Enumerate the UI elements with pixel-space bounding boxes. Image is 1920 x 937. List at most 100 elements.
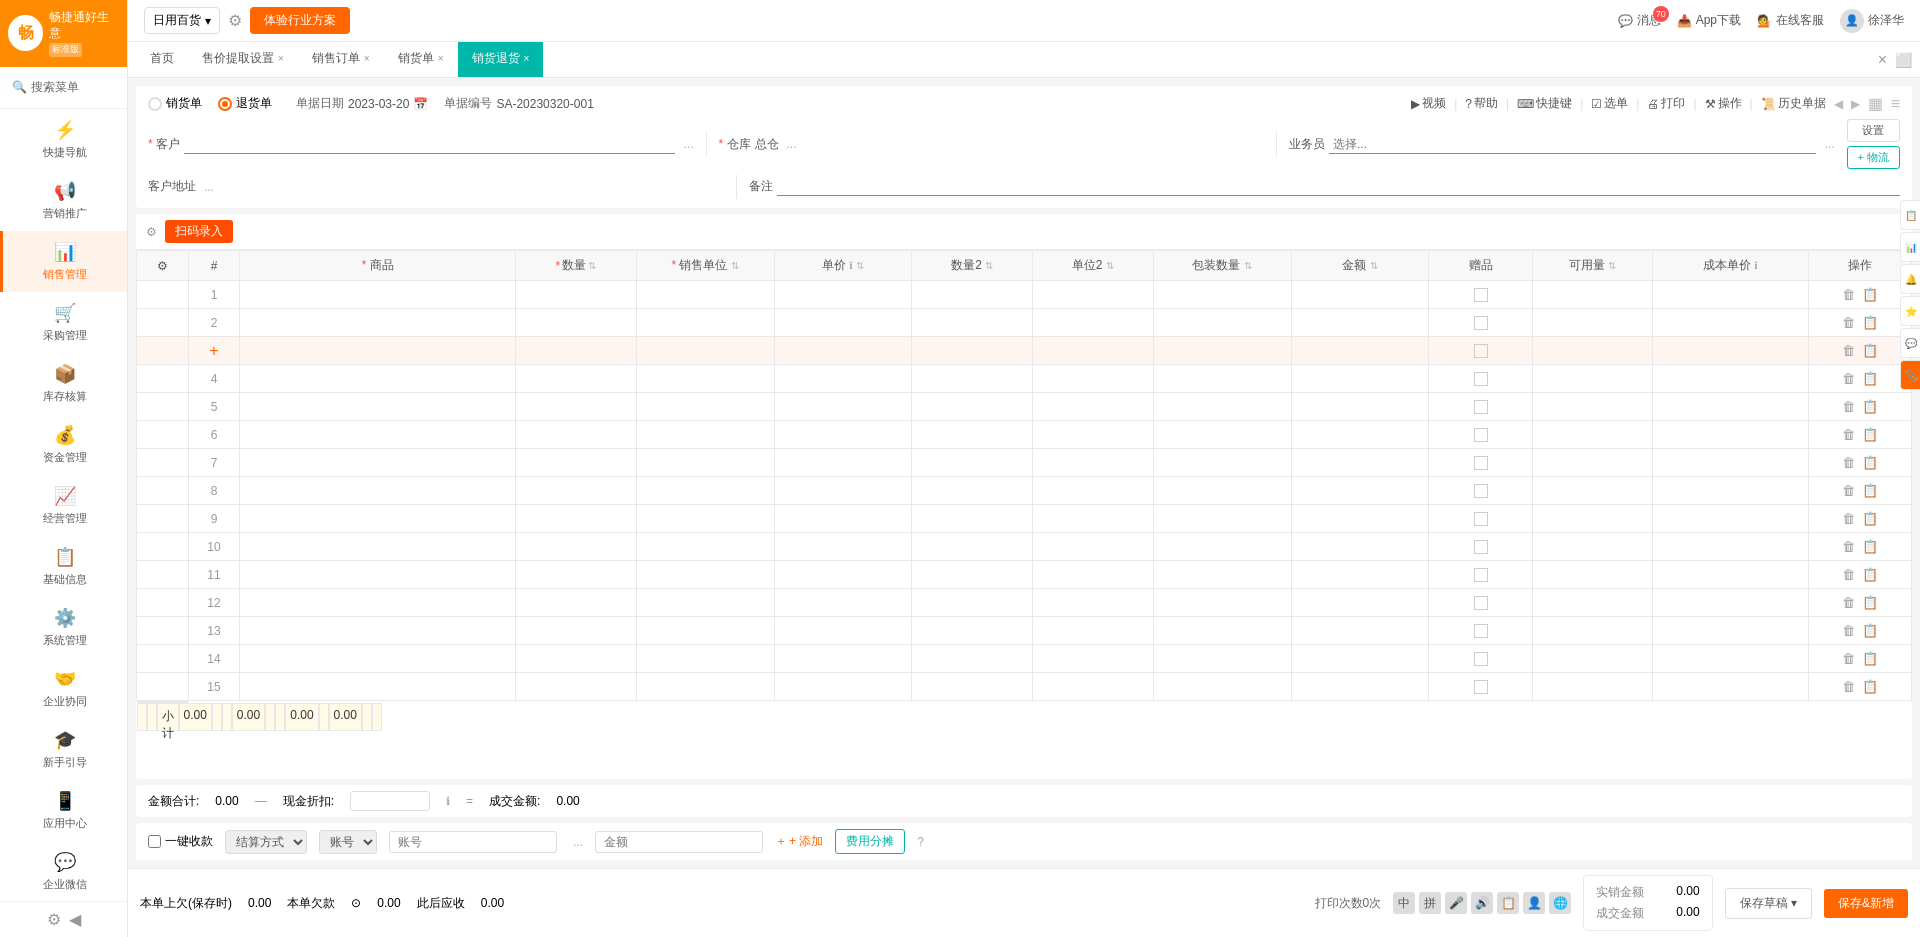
copy-icon-12[interactable]: 📋 (1862, 595, 1878, 610)
row-price-8[interactable] (774, 477, 912, 505)
row-unit-6[interactable] (636, 421, 774, 449)
delete-icon-3[interactable]: 🗑 (1842, 343, 1855, 358)
row-cost-7[interactable] (1653, 449, 1808, 477)
row-unit2-3[interactable] (1033, 337, 1154, 365)
tab-close-window[interactable]: × (1878, 51, 1887, 69)
row-qty2-10[interactable] (912, 533, 1033, 561)
row-pkgqty-11[interactable] (1153, 561, 1291, 589)
tab-home[interactable]: 首页 (136, 42, 188, 77)
row-avail-13[interactable] (1532, 617, 1653, 645)
salesperson-input[interactable] (1329, 135, 1816, 154)
sidebar-item-sales[interactable]: 📊 销售管理 (0, 231, 127, 292)
gift-checkbox-12[interactable] (1474, 596, 1488, 610)
gift-checkbox-10[interactable] (1474, 540, 1488, 554)
trial-button[interactable]: 体验行业方案 (250, 7, 350, 34)
row-cost-8[interactable] (1653, 477, 1808, 505)
row-avail-10[interactable] (1532, 533, 1653, 561)
row-amount-7[interactable] (1291, 449, 1429, 477)
gift-checkbox-5[interactable] (1474, 400, 1488, 414)
row-unit2-1[interactable] (1033, 281, 1154, 309)
one-click-checkbox[interactable]: 一键收款 (148, 833, 213, 850)
toolbox-icon-3[interactable]: 🎤 (1445, 892, 1467, 914)
copy-icon-9[interactable]: 📋 (1862, 511, 1878, 526)
sidebar-item-basic[interactable]: 📋 基础信息 (0, 536, 127, 597)
row-gift-5[interactable] (1429, 393, 1532, 421)
row-unit-11[interactable] (636, 561, 774, 589)
row-qty-11[interactable] (516, 561, 637, 589)
delete-icon-15[interactable]: 🗑 (1842, 679, 1855, 694)
row-product-1[interactable] (240, 281, 516, 309)
row-amount-11[interactable] (1291, 561, 1429, 589)
row-gift-6[interactable] (1429, 421, 1532, 449)
row-price-1[interactable] (774, 281, 912, 309)
shortcut-link[interactable]: ⌨ 快捷键 (1517, 95, 1572, 112)
gift-checkbox-4[interactable] (1474, 372, 1488, 386)
row-avail-11[interactable] (1532, 561, 1653, 589)
copy-icon-6[interactable]: 📋 (1862, 427, 1878, 442)
tab-close-sale-return[interactable]: × (524, 53, 530, 64)
row-unit-9[interactable] (636, 505, 774, 533)
product-input-3[interactable] (244, 344, 511, 358)
delete-icon-1[interactable]: 🗑 (1842, 287, 1855, 302)
gift-checkbox-7[interactable] (1474, 456, 1488, 470)
table-scroll[interactable]: ⚙ # * 商品 * 数量 ⇅ (136, 250, 1912, 779)
row-gift-4[interactable] (1429, 365, 1532, 393)
amount-input[interactable] (595, 831, 763, 853)
copy-icon-8[interactable]: 📋 (1862, 483, 1878, 498)
row-qty-15[interactable] (516, 673, 637, 701)
row-price-7[interactable] (774, 449, 912, 477)
copy-icon-15[interactable]: 📋 (1862, 679, 1878, 694)
prev-icon[interactable]: ◀ (1834, 97, 1843, 111)
row-cost-9[interactable] (1653, 505, 1808, 533)
row-qty2-6[interactable] (912, 421, 1033, 449)
delete-icon-14[interactable]: 🗑 (1842, 651, 1855, 666)
sidebar-item-inventory[interactable]: 📦 库存核算 (0, 353, 127, 414)
row-qty2-2[interactable] (912, 309, 1033, 337)
gift-checkbox-14[interactable] (1474, 652, 1488, 666)
row-unit2-13[interactable] (1033, 617, 1154, 645)
tab-sale[interactable]: 销货单 × (384, 42, 458, 77)
sidebar-item-newbie[interactable]: 🎓 新手引导 (0, 719, 127, 780)
row-unit2-12[interactable] (1033, 589, 1154, 617)
rfp-btn-4[interactable]: ⭐ (1900, 296, 1920, 326)
copy-icon-4[interactable]: 📋 (1862, 371, 1878, 386)
industry-selector[interactable]: 日用百货 ▾ (144, 7, 220, 34)
rfp-btn-6[interactable]: 📎 (1900, 360, 1920, 390)
tab-sale-order[interactable]: 销售订单 × (298, 42, 384, 77)
copy-icon-3[interactable]: 📋 (1862, 343, 1878, 358)
row-product-7[interactable] (240, 449, 516, 477)
row-price-4[interactable] (774, 365, 912, 393)
delete-icon-10[interactable]: 🗑 (1842, 539, 1855, 554)
addr-picker[interactable]: ... (204, 180, 214, 194)
row-cost-12[interactable] (1653, 589, 1808, 617)
row-qty2-4[interactable] (912, 365, 1033, 393)
copy-icon-10[interactable]: 📋 (1862, 539, 1878, 554)
gift-checkbox-1[interactable] (1474, 288, 1488, 302)
row-unit-5[interactable] (636, 393, 774, 421)
row-price-2[interactable] (774, 309, 912, 337)
toolbox-icon-6[interactable]: 👤 (1523, 892, 1545, 914)
row-cost-14[interactable] (1653, 645, 1808, 673)
collapse-button[interactable]: ◀ (69, 910, 81, 929)
row-avail-12[interactable] (1532, 589, 1653, 617)
row-qty-3[interactable] (516, 337, 637, 365)
help-link[interactable]: ? 帮助 (1465, 95, 1498, 112)
row-price-13[interactable] (774, 617, 912, 645)
gift-checkbox-15[interactable] (1474, 680, 1488, 694)
row-gift-13[interactable] (1429, 617, 1532, 645)
row-qty-5[interactable] (516, 393, 637, 421)
toolbox-icon-7[interactable]: 🌐 (1549, 892, 1571, 914)
row-unit-8[interactable] (636, 477, 774, 505)
customer-picker[interactable]: ... (683, 137, 693, 151)
row-unit2-6[interactable] (1033, 421, 1154, 449)
sidebar-item-marketing[interactable]: 📢 营销推广 (0, 170, 127, 231)
row-qty-1[interactable] (516, 281, 637, 309)
row-avail-2[interactable] (1532, 309, 1653, 337)
row-gift-2[interactable] (1429, 309, 1532, 337)
table-gear-icon[interactable]: ⚙ (146, 225, 157, 239)
row-qty-6[interactable] (516, 421, 637, 449)
row-gift-14[interactable] (1429, 645, 1532, 673)
row-avail-5[interactable] (1532, 393, 1653, 421)
row-qty2-5[interactable] (912, 393, 1033, 421)
row-qty-2[interactable] (516, 309, 637, 337)
